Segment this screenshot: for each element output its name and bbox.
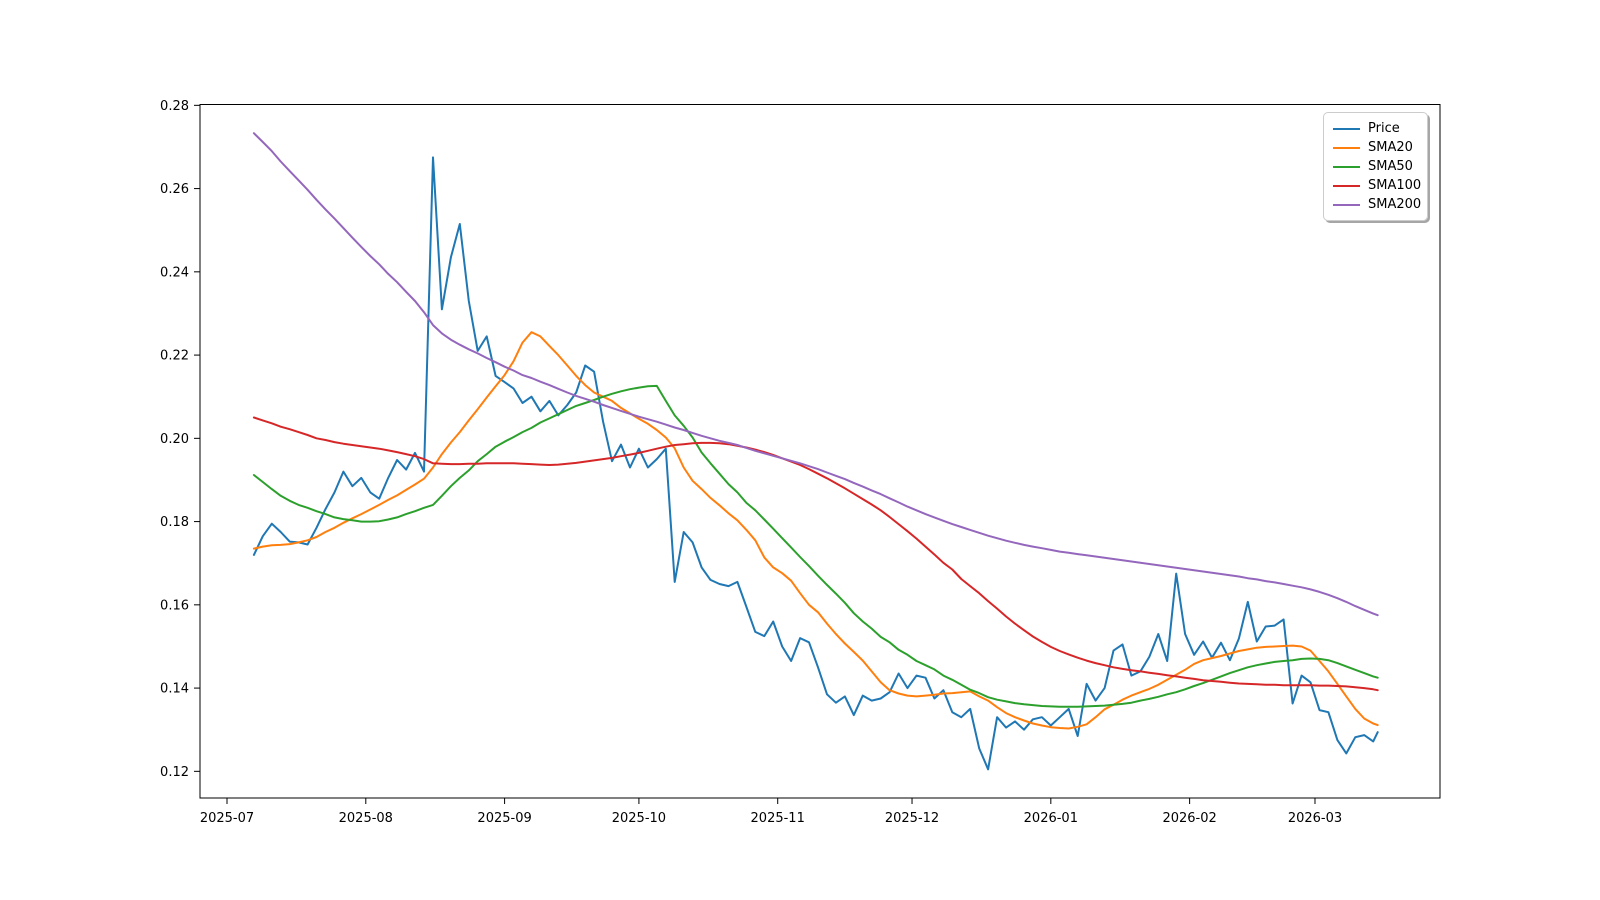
legend-label: SMA20 xyxy=(1368,140,1413,155)
series-line-sma100 xyxy=(252,416,1379,692)
x-tick-label: 2025-08 xyxy=(339,811,393,826)
legend-item-sma100: SMA100 xyxy=(1333,176,1422,195)
x-tick-label: 2025-12 xyxy=(885,811,939,826)
y-tick-label: 0.24 xyxy=(160,265,189,280)
x-tick-label: 2026-01 xyxy=(1024,811,1078,826)
series-line-sma20 xyxy=(252,331,1379,730)
x-tick-label: 2026-03 xyxy=(1288,811,1342,826)
legend-item-price: Price xyxy=(1333,119,1419,138)
y-tick-label: 0.20 xyxy=(160,432,189,447)
x-tick-label: 2025-11 xyxy=(751,811,805,826)
y-tick-label: 0.26 xyxy=(160,182,189,197)
y-tick-label: 0.28 xyxy=(160,99,189,114)
legend-line-sample-sma100 xyxy=(1333,184,1360,187)
y-tick-label: 0.14 xyxy=(160,682,189,697)
y-tick-label: 0.12 xyxy=(160,765,189,780)
legend-item-sma50: SMA50 xyxy=(1333,157,1419,176)
series-line-sma200 xyxy=(252,132,1379,617)
y-tick-label: 0.22 xyxy=(160,349,189,364)
legend-item-sma20: SMA20 xyxy=(1333,138,1419,157)
y-tick-label: 0.16 xyxy=(160,598,189,613)
x-tick-label: 2025-09 xyxy=(477,811,531,826)
legend-label: SMA50 xyxy=(1368,159,1413,174)
series-line-price xyxy=(252,156,1379,771)
legend-line-sample-sma200 xyxy=(1333,203,1360,206)
x-tick-label: 2025-07 xyxy=(200,811,254,826)
axes-frame xyxy=(199,104,1441,799)
legend-box: Price SMA20 SMA50 SMA100 SMA200 xyxy=(1323,112,1428,221)
y-tick-label: 0.18 xyxy=(160,515,189,530)
legend-line-sample-sma20 xyxy=(1333,146,1360,149)
legend-label: SMA200 xyxy=(1368,197,1422,212)
legend-label: Price xyxy=(1368,121,1400,136)
legend-item-sma200: SMA200 xyxy=(1333,195,1422,214)
x-tick-label: 2026-02 xyxy=(1162,811,1216,826)
legend-line-sample-price xyxy=(1333,127,1360,130)
chart-figure: 0.12 0.14 0.16 0.18 0.20 0.22 0.24 0.26 0.28 2025… xyxy=(0,0,1600,900)
legend-line-sample-sma50 xyxy=(1333,165,1360,168)
x-tick-label: 2025-10 xyxy=(612,811,666,826)
legend-label: SMA100 xyxy=(1368,178,1422,193)
